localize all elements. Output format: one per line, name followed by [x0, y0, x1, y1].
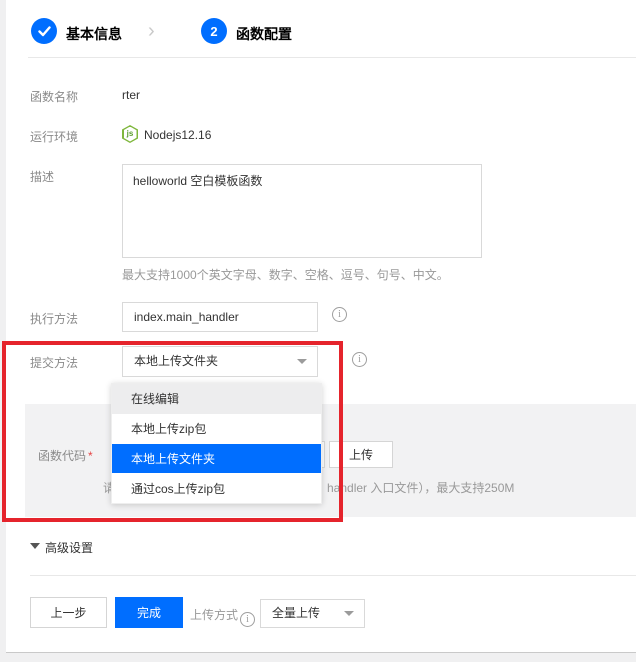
check-icon	[38, 26, 51, 37]
prev-step-button[interactable]: 上一步	[30, 597, 107, 628]
step1-indicator[interactable]	[31, 18, 57, 44]
function-code-label-text: 函数代码	[38, 449, 86, 463]
page: { "steps": { "step1": { "label": "基本信息" …	[0, 0, 636, 662]
code-hint-right: handler 入口文件），最大支持250M	[327, 479, 514, 496]
footer-divider	[30, 575, 636, 576]
function-name-value: rter	[122, 88, 140, 102]
content-panel	[6, 0, 636, 653]
finish-button[interactable]: 完成	[115, 597, 183, 628]
description-textarea[interactable]: helloworld 空白模板函数	[122, 164, 482, 258]
dropdown-option-upload-zip[interactable]: 本地上传zip包	[112, 414, 321, 444]
function-code-label: 函数代码*	[38, 447, 93, 464]
description-label: 描述	[30, 168, 54, 185]
required-asterisk: *	[88, 449, 93, 463]
step1-label[interactable]: 基本信息	[66, 24, 122, 44]
upload-mode-select[interactable]: 全量上传	[260, 599, 365, 628]
step2-number: 2	[210, 24, 217, 39]
step2-indicator[interactable]: 2	[201, 18, 227, 44]
handler-input[interactable]: index.main_handler	[122, 302, 318, 332]
upload-mode-info-icon[interactable]	[240, 612, 255, 627]
submit-method-label: 提交方法	[30, 354, 78, 371]
submit-method-select[interactable]: 本地上传文件夹	[122, 346, 318, 377]
upload-mode-value: 全量上传	[261, 600, 320, 627]
chevron-down-icon	[344, 611, 354, 616]
upload-mode-label-text: 上传方式	[190, 608, 238, 622]
step-chevron-icon: ›	[148, 24, 155, 38]
nodejs-icon-text: js	[122, 129, 138, 139]
dropdown-option-cos-zip[interactable]: 通过cos上传zip包	[112, 473, 321, 503]
submit-method-dropdown: 在线编辑 本地上传zip包 本地上传文件夹 通过cos上传zip包	[111, 383, 322, 504]
runtime-value: Nodejs12.16	[144, 128, 211, 142]
collapse-triangle-icon	[30, 543, 40, 549]
step2-label[interactable]: 函数配置	[236, 24, 292, 44]
runtime-label: 运行环境	[30, 128, 78, 145]
upload-button[interactable]: 上传	[329, 441, 393, 468]
submit-method-info-icon[interactable]	[352, 352, 367, 367]
advanced-settings-toggle[interactable]: 高级设置	[45, 539, 93, 556]
dropdown-option-online-edit[interactable]: 在线编辑	[112, 384, 321, 414]
description-hint: 最大支持1000个英文字母、数字、空格、逗号、句号、中文。	[122, 266, 449, 283]
handler-info-icon[interactable]	[332, 307, 347, 322]
chevron-down-icon	[297, 359, 307, 364]
upload-mode-label: 上传方式	[190, 606, 255, 627]
handler-label: 执行方法	[30, 310, 78, 327]
header-divider	[28, 57, 636, 58]
function-name-label: 函数名称	[30, 88, 78, 105]
submit-method-value: 本地上传文件夹	[123, 347, 218, 375]
dropdown-option-upload-folder[interactable]: 本地上传文件夹	[112, 444, 321, 474]
